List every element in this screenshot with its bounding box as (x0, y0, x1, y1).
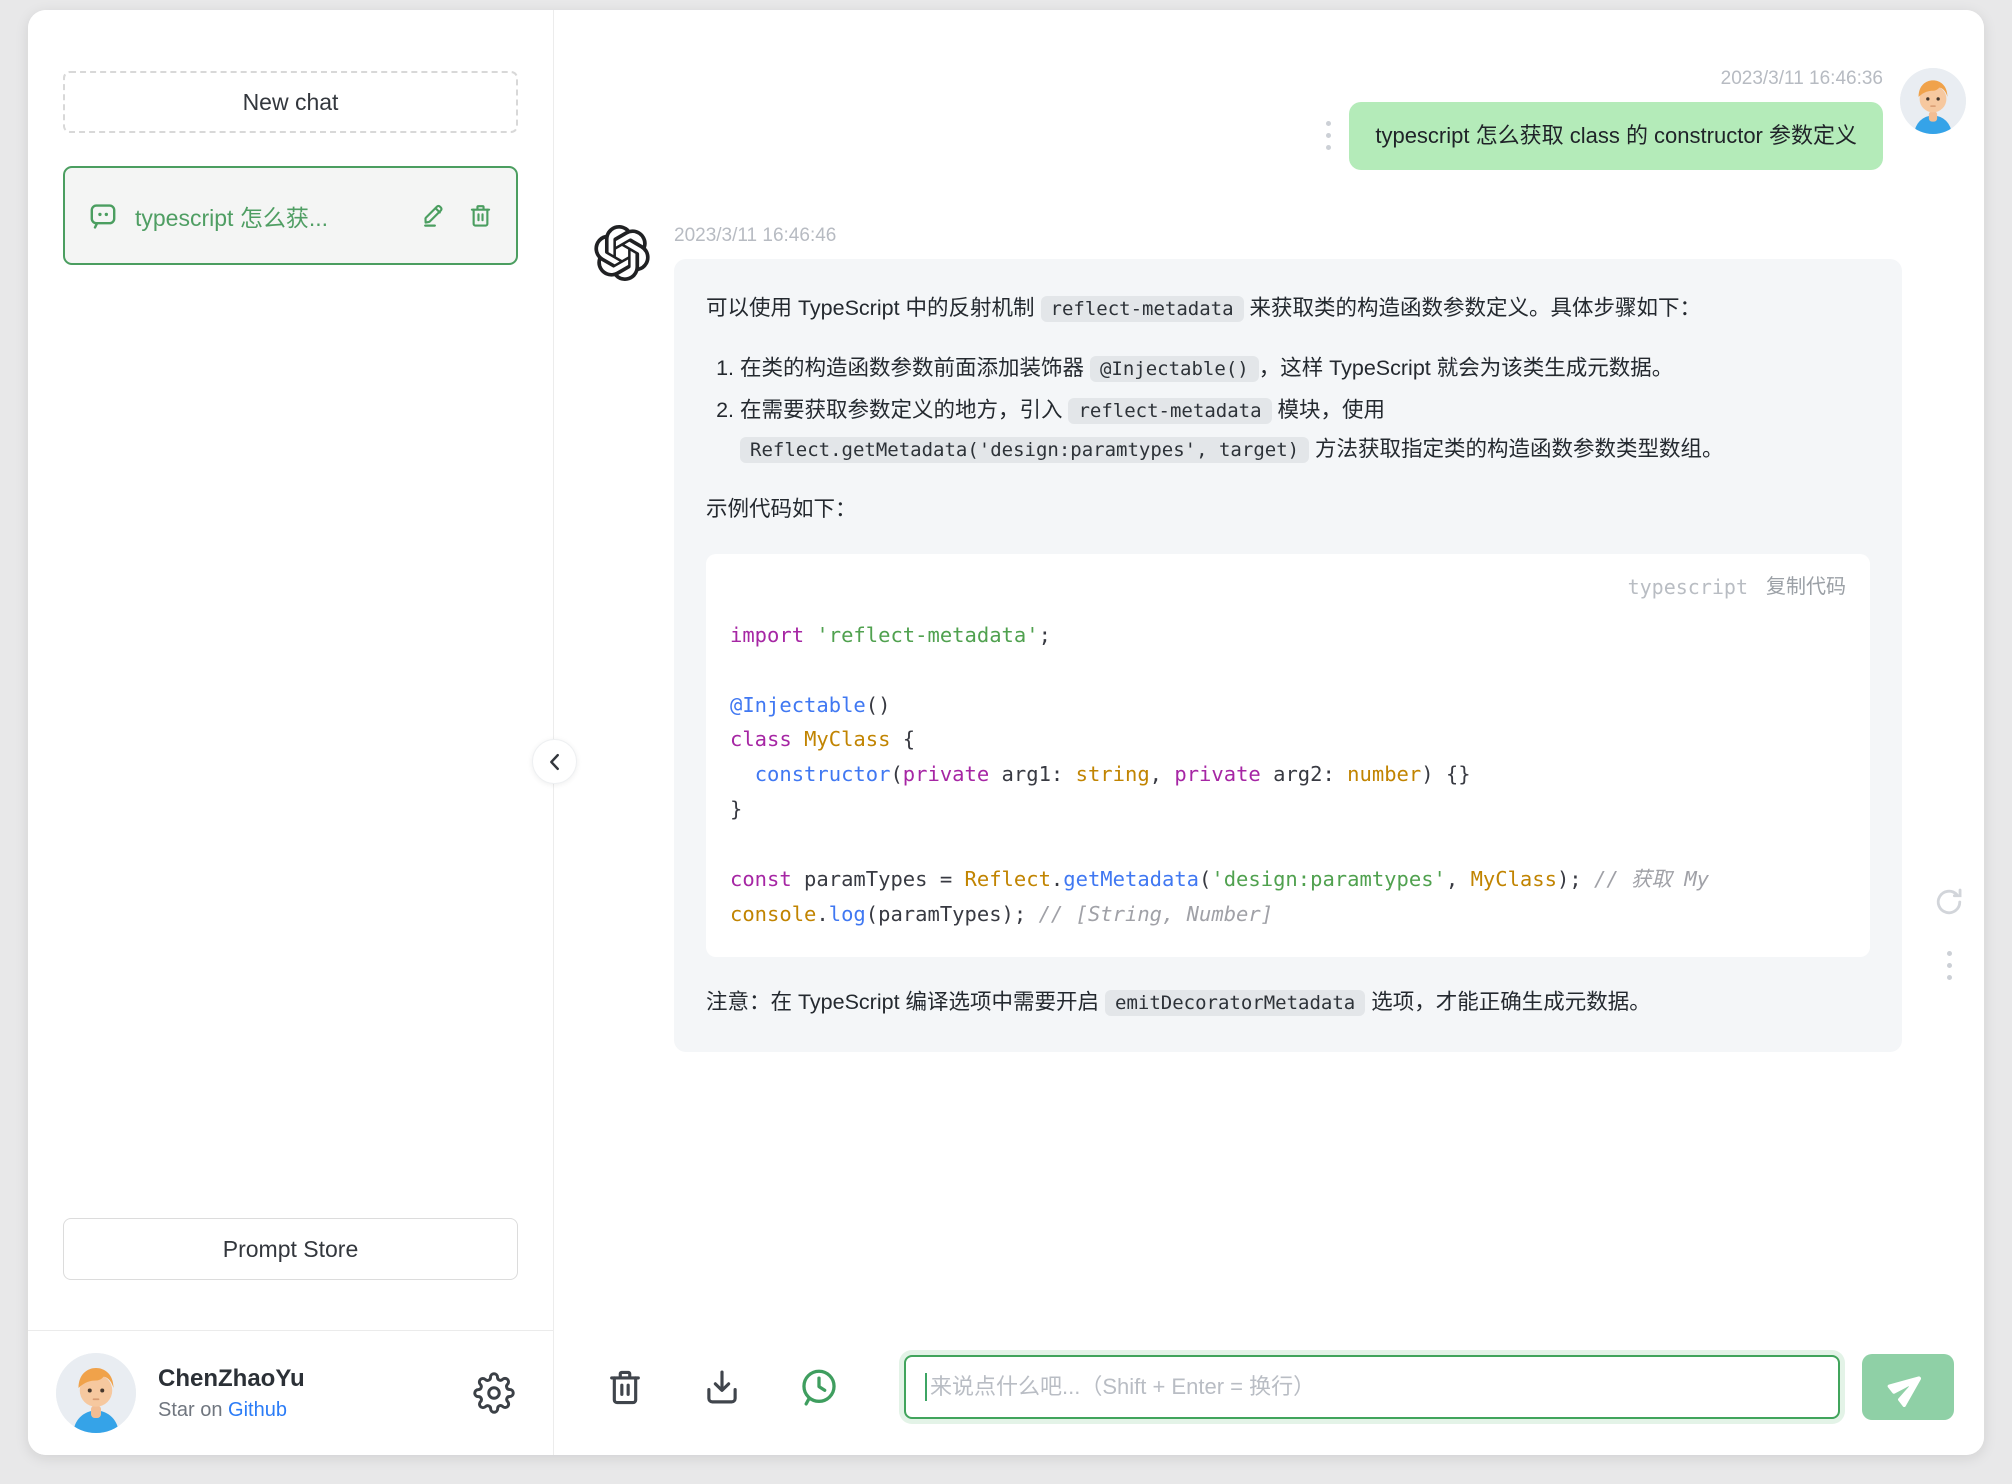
send-button[interactable] (1862, 1354, 1954, 1420)
message-input[interactable] (904, 1355, 1840, 1419)
code-block: typescript 复制代码 import 'reflect-metadata… (706, 554, 1870, 958)
chat-bubble-icon (87, 200, 119, 232)
new-chat-label: New chat (242, 88, 339, 115)
assistant-intro: 可以使用 TypeScript 中的反射机制 reflect-metadata … (706, 295, 1702, 322)
download-icon (707, 1370, 737, 1404)
code-line: class MyClass { (730, 727, 916, 752)
code-line: import 'reflect-metadata'; (730, 622, 1051, 647)
copy-code-button[interactable]: 复制代码 (1766, 570, 1846, 606)
code-content: import 'reflect-metadata'; @Injectable()… (730, 618, 1846, 932)
chat-main: 2023/3/11 16:46:36 typescript 怎么获取 class… (555, 10, 1984, 1455)
trash-icon (610, 1370, 640, 1405)
profile-name: ChenZhaoYu (158, 1364, 305, 1392)
inline-code: Reflect.getMetadata('design:paramtypes',… (740, 436, 1310, 463)
profile-meta: ChenZhaoYu Star on Github (158, 1365, 451, 1422)
code-language-label: typescript (1627, 575, 1748, 600)
user-message: 2023/3/11 16:46:36 typescript 怎么获取 class… (594, 68, 1966, 170)
code-block-header: typescript 复制代码 (730, 570, 1846, 606)
conversation-title: typescript 怎么获... (135, 204, 328, 231)
export-button[interactable] (694, 1359, 750, 1415)
prompt-store-button[interactable]: Prompt Store (63, 1218, 518, 1280)
user-message-avatar (1900, 68, 1966, 134)
code-line: console.log(paramTypes); // [String, Num… (730, 901, 1274, 926)
settings-gear-icon[interactable] (473, 1372, 515, 1414)
app-window: New chat typescript 怎么获... Prompt Store … (28, 10, 1984, 1455)
sidebar-collapse-button[interactable] (532, 739, 577, 784)
regenerate-icon[interactable] (1932, 885, 1966, 919)
profile-subtitle: Star on Github (158, 1398, 287, 1421)
edit-icon[interactable] (420, 202, 447, 229)
message-input-wrap (904, 1355, 1840, 1419)
text-caret (925, 1373, 927, 1401)
code-line: constructor(private arg1: string, privat… (754, 762, 1471, 787)
conversation-actions (420, 202, 494, 229)
clear-chat-button[interactable] (597, 1359, 653, 1415)
user-message-timestamp: 2023/3/11 16:46:36 (1720, 68, 1883, 89)
assistant-steps-list: 在类的构造函数参数前面添加装饰器 @Injectable()，这样 TypeSc… (706, 349, 1870, 468)
delete-conversation-icon[interactable] (467, 202, 494, 229)
user-avatar (56, 1353, 136, 1433)
clock-history-icon (802, 1369, 836, 1406)
chat-scroll-area[interactable]: 2023/3/11 16:46:36 typescript 怎么获取 class… (555, 10, 1984, 1327)
assistant-message-timestamp: 2023/3/11 16:46:46 (674, 224, 837, 246)
inline-code: emitDecoratorMetadata (1105, 990, 1366, 1017)
step-item: 在需要获取参数定义的地方，引入 reflect-metadata 模块，使用 R… (740, 391, 1870, 468)
step-item: 在类的构造函数参数前面添加装饰器 @Injectable()，这样 TypeSc… (740, 349, 1870, 387)
assistant-example-lead: 示例代码如下： (706, 496, 857, 521)
assistant-actions (1932, 225, 1966, 986)
inline-code: @Injectable() (1089, 356, 1259, 383)
inline-code: reflect-metadata (1068, 398, 1272, 425)
assistant-note: 注意：在 TypeScript 编译选项中需要开启 emitDecoratorM… (706, 990, 1651, 1017)
sidebar-footer: ChenZhaoYu Star on Github (28, 1330, 553, 1455)
github-link[interactable]: Github (228, 1399, 287, 1421)
assistant-message-menu-icon[interactable] (1943, 945, 1956, 986)
code-line: } (730, 797, 743, 822)
prompt-store-label: Prompt Store (222, 1235, 359, 1262)
code-line: const paramTypes = Reflect.getMetadata('… (730, 866, 1710, 891)
inline-code: reflect-metadata (1040, 295, 1244, 322)
history-button[interactable] (791, 1359, 847, 1415)
code-line: @Injectable() (730, 692, 891, 717)
paper-plane-icon (1887, 1376, 1922, 1408)
assistant-message: 2023/3/11 16:46:46 可以使用 TypeScript 中的反射机… (594, 225, 1966, 1052)
openai-logo-icon (594, 224, 650, 281)
user-message-bubble: typescript 怎么获取 class 的 constructor 参数定义 (1349, 102, 1883, 170)
chevron-left-icon (549, 753, 559, 770)
assistant-message-bubble: 可以使用 TypeScript 中的反射机制 reflect-metadata … (674, 258, 1902, 1052)
conversation-item[interactable]: typescript 怎么获... (63, 166, 518, 265)
user-message-menu-icon[interactable] (1322, 115, 1335, 156)
sidebar-body: New chat typescript 怎么获... Prompt Store (28, 10, 553, 1330)
new-chat-button[interactable]: New chat (63, 71, 518, 133)
sidebar: New chat typescript 怎么获... Prompt Store … (28, 10, 554, 1455)
composer-bar (555, 1327, 1984, 1455)
